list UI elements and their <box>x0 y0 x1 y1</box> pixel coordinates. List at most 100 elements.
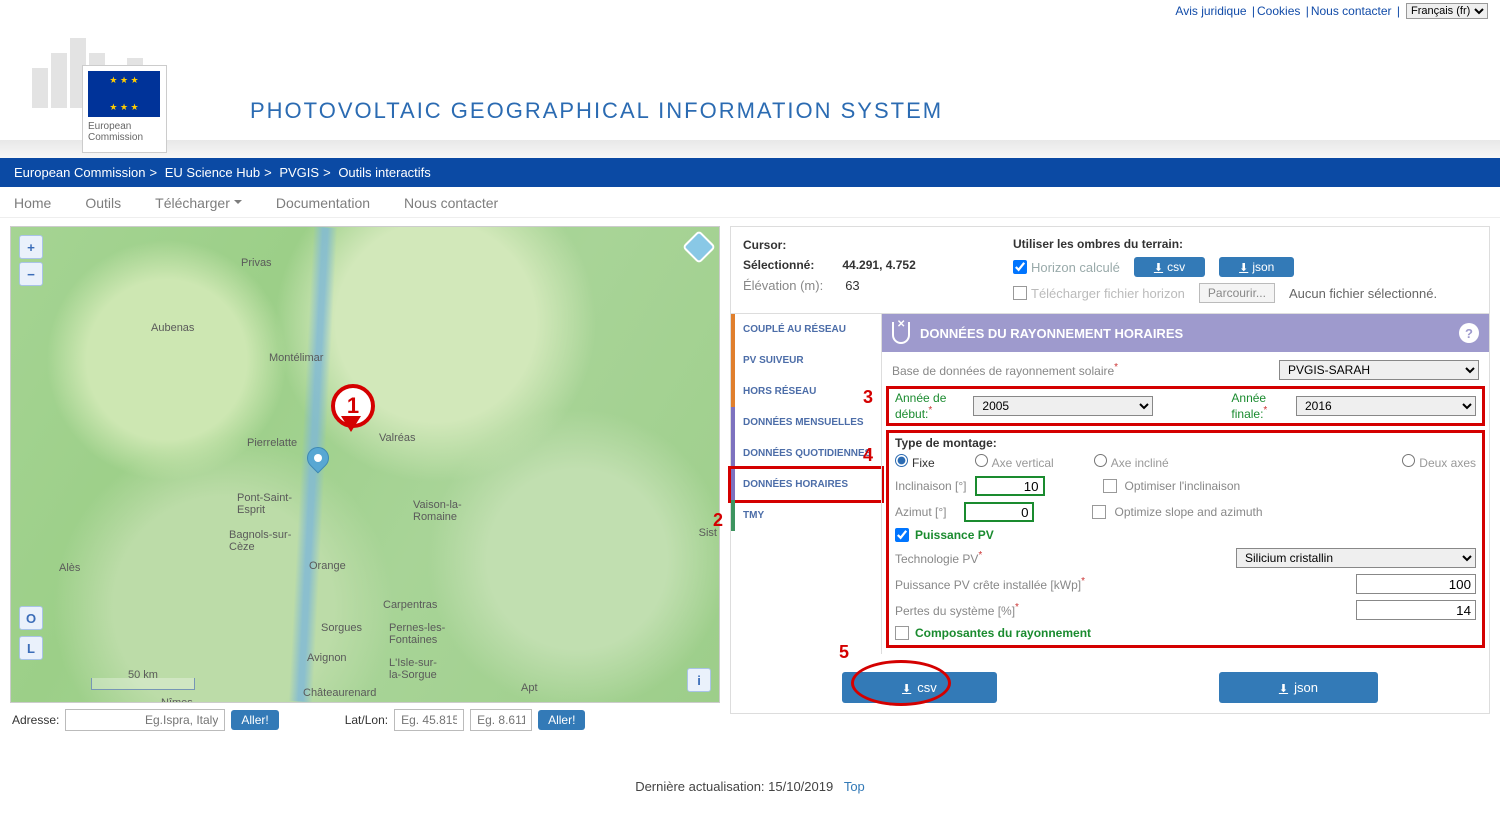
breadcrumb-current: Outils interactifs <box>338 165 430 180</box>
browse-button[interactable]: Parcourir... <box>1199 283 1275 303</box>
top-link-bar: Avis juridique | Cookies | Nous contacte… <box>0 0 1500 22</box>
db-select[interactable]: PVGIS-SARAH <box>1279 360 1479 380</box>
tab-daily[interactable]: DONNÉES QUOTIDIENNES <box>731 438 881 469</box>
eu-flag-icon <box>88 71 160 117</box>
lat-input[interactable] <box>394 709 464 731</box>
peak-power-label: Puissance PV crête installée [kWp] <box>895 576 1085 592</box>
nav-tools[interactable]: Outils <box>85 195 121 211</box>
cursor-label: Cursor: <box>743 238 786 252</box>
latlon-label: Lat/Lon: <box>345 713 388 727</box>
opt-inclination-checkbox[interactable] <box>1103 479 1117 493</box>
radiation-components-checkbox[interactable] <box>895 626 909 640</box>
breadcrumb-hub[interactable]: EU Science Hub <box>165 165 260 180</box>
help-icon[interactable]: ? <box>1459 323 1479 343</box>
azimuth-label: Azimut [°] <box>895 505 946 519</box>
mount-axisv-radio[interactable]: Axe vertical <box>975 454 1054 470</box>
site-header: EuropeanCommission PHOTOVOLTAIC GEOGRAPH… <box>0 22 1500 140</box>
breadcrumb-pvgis[interactable]: PVGIS <box>279 165 319 180</box>
ec-logo: EuropeanCommission <box>20 30 190 140</box>
elevation-label: Élévation (m): <box>743 278 823 293</box>
radiation-components-label: Composantes du rayonnement <box>915 626 1091 640</box>
peak-power-input[interactable] <box>1356 574 1476 594</box>
download-icon <box>1154 260 1163 274</box>
hourglass-icon <box>892 322 910 344</box>
tab-off-grid[interactable]: HORS RÉSEAU <box>731 376 881 407</box>
mount-2axis-radio[interactable]: Deux axes <box>1402 454 1476 470</box>
main-nav: Home Outils Télécharger Documentation No… <box>0 187 1500 218</box>
annotation-box-3: 3 Année de début: 2005 Année finale: 201… <box>886 386 1485 426</box>
language-select[interactable]: Français (fr) <box>1406 3 1488 19</box>
address-input[interactable] <box>65 709 225 731</box>
mount-type-label: Type de montage: <box>895 436 1476 450</box>
tab-hourly[interactable]: DONNÉES HORAIRES <box>731 469 881 500</box>
horizon-file-checkbox[interactable] <box>1013 286 1027 300</box>
tab-pv-tracker[interactable]: PV SUIVEUR <box>731 345 881 376</box>
start-year-label: Année de début: <box>895 391 965 421</box>
nav-home[interactable]: Home <box>14 195 51 211</box>
end-year-select[interactable]: 2016 <box>1296 396 1476 416</box>
address-go-button[interactable]: Aller! <box>231 710 278 730</box>
annotation-3: 3 <box>863 387 873 408</box>
latlon-go-button[interactable]: Aller! <box>538 710 585 730</box>
map-marker[interactable] <box>307 447 329 477</box>
horizon-json-button[interactable]: json <box>1219 257 1294 277</box>
elevation-value: 63 <box>845 278 859 293</box>
map-info-button[interactable]: i <box>687 668 711 692</box>
no-file-label: Aucun fichier sélectionné. <box>1289 286 1437 301</box>
map-o-button[interactable]: O <box>19 606 43 630</box>
page-footer: Dernière actualisation: 15/10/2019 Top <box>0 749 1500 800</box>
nav-docs[interactable]: Documentation <box>276 195 370 211</box>
tab-tmy[interactable]: TMY <box>731 500 881 531</box>
system-loss-input[interactable] <box>1356 600 1476 620</box>
horizon-csv-button[interactable]: csv <box>1134 257 1205 277</box>
annotation-2: 2 <box>713 510 723 531</box>
opt-both-label: Optimize slope and azimuth <box>1114 505 1262 519</box>
annotation-5: 5 <box>839 642 849 663</box>
legal-link[interactable]: Avis juridique <box>1175 4 1246 18</box>
annotation-box-2: DONNÉES HORAIRES <box>728 466 884 503</box>
opt-inclination-label: Optimiser l'inclinaison <box>1125 479 1241 493</box>
tab-grid-connected[interactable]: COUPLÉ AU RÉSEAU <box>731 314 881 345</box>
download-icon <box>902 680 911 695</box>
download-icon <box>1279 680 1288 695</box>
map-l-button[interactable]: L <box>19 636 43 660</box>
annotation-marker-1: 1 <box>331 384 375 428</box>
pv-power-label: Puissance PV <box>915 528 994 542</box>
lon-input[interactable] <box>470 709 532 731</box>
breadcrumb-ec[interactable]: European Commission <box>14 165 146 180</box>
selected-label: Sélectionné: <box>743 258 814 272</box>
panel-title: DONNÉES DU RAYONNEMENT HORAIRES <box>920 326 1183 341</box>
nav-download[interactable]: Télécharger <box>155 195 242 211</box>
pv-tech-select[interactable]: Silicium cristallin <box>1236 548 1476 568</box>
mount-axisi-radio[interactable]: Axe incliné <box>1094 454 1169 470</box>
map-canvas[interactable]: Privas Aubenas Montélimar Pierrelatte Va… <box>10 226 720 703</box>
download-csv-button[interactable]: csv <box>842 672 997 703</box>
pv-tech-label: Technologie PV <box>895 550 982 566</box>
site-title: PHOTOVOLTAIC GEOGRAPHICAL INFORMATION SY… <box>250 98 943 124</box>
pv-power-checkbox[interactable] <box>895 528 909 542</box>
breadcrumb: European Commission> EU Science Hub> PVG… <box>0 158 1500 187</box>
download-icon <box>1239 260 1248 274</box>
system-loss-label: Pertes du système [%] <box>895 602 1019 618</box>
tab-monthly[interactable]: DONNÉES MENSUELLES <box>731 407 881 438</box>
cookies-link[interactable]: Cookies <box>1257 4 1300 18</box>
end-year-label: Année finale: <box>1231 391 1288 421</box>
download-json-button[interactable]: json <box>1219 672 1378 703</box>
inclination-input[interactable] <box>975 476 1045 496</box>
panel-header: DONNÉES DU RAYONNEMENT HORAIRES ? <box>882 314 1489 352</box>
top-link[interactable]: Top <box>844 779 865 794</box>
zoom-out-button[interactable]: − <box>19 262 43 286</box>
nav-contact[interactable]: Nous contacter <box>404 195 498 211</box>
azimuth-input[interactable] <box>964 502 1034 522</box>
zoom-in-button[interactable]: + <box>19 235 43 259</box>
terrain-shadow-label: Utiliser les ombres du terrain: <box>1013 237 1477 251</box>
db-label: Base de données de rayonnement solaire <box>892 362 1118 378</box>
start-year-select[interactable]: 2005 <box>973 396 1153 416</box>
inclination-label: Inclinaison [°] <box>895 479 967 493</box>
horizon-calc-checkbox[interactable] <box>1013 260 1027 274</box>
opt-both-checkbox[interactable] <box>1092 505 1106 519</box>
tool-tabs: COUPLÉ AU RÉSEAU PV SUIVEUR HORS RÉSEAU … <box>731 314 881 654</box>
annotation-box-4: 4 Type de montage: Fixe Axe vertical Axe… <box>886 430 1485 648</box>
mount-fixed-radio[interactable]: Fixe <box>895 454 935 470</box>
contact-link[interactable]: Nous contacter <box>1311 4 1392 18</box>
